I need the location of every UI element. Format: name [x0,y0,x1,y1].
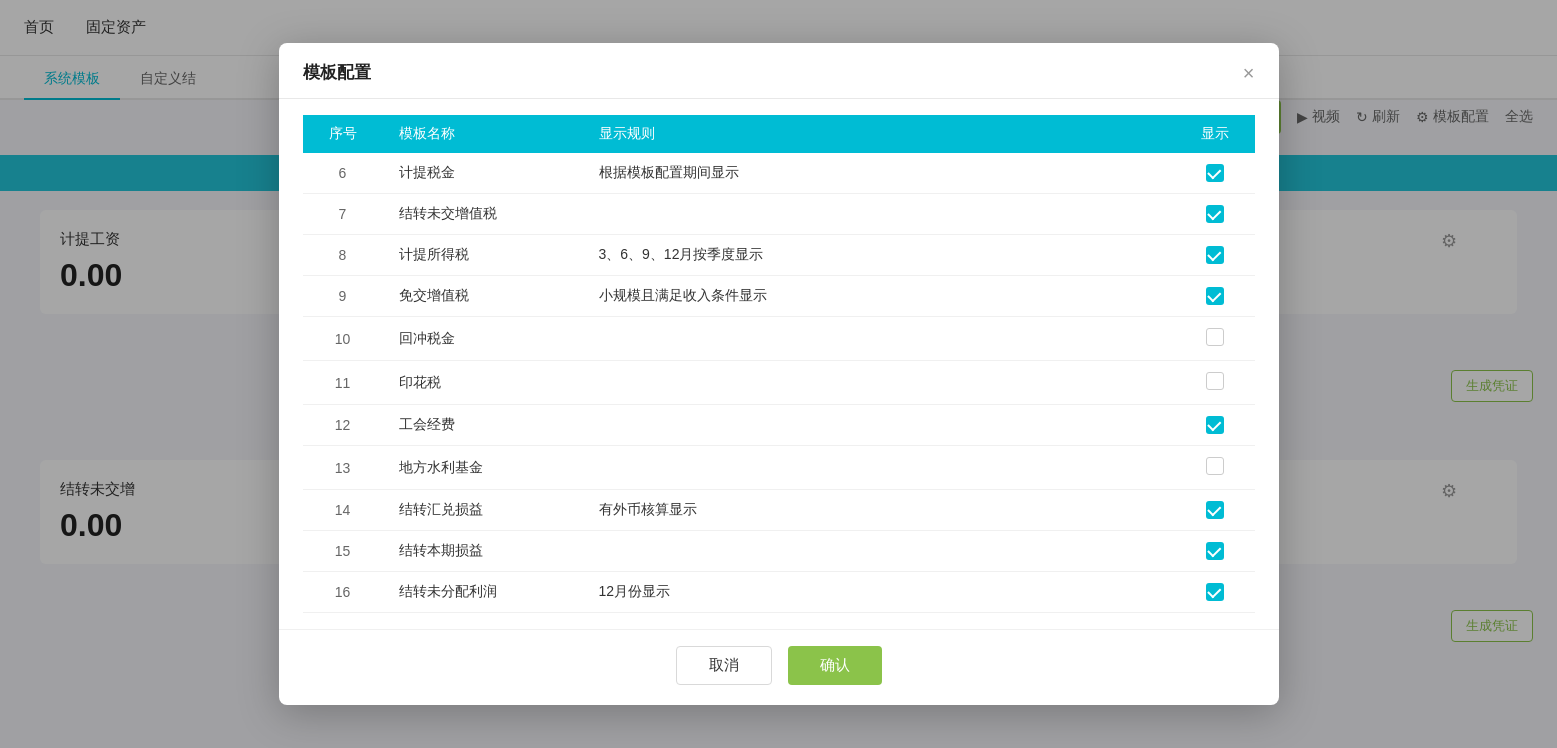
checkbox-unchecked[interactable] [1206,328,1224,346]
cell-id: 14 [303,490,383,531]
cell-id: 10 [303,317,383,361]
cancel-button[interactable]: 取消 [676,646,772,685]
cell-id: 16 [303,572,383,613]
col-header-rule: 显示规则 [583,115,1175,153]
table-row: 9免交增值税小规模且满足收入条件显示 [303,276,1255,317]
cell-name: 结转本期损益 [383,531,583,572]
cell-rule [583,194,1175,235]
cell-rule [583,361,1175,405]
cell-rule [583,317,1175,361]
cell-rule: 3、6、9、12月按季度显示 [583,235,1175,276]
checkbox-checked[interactable] [1206,542,1224,560]
cell-checkbox[interactable] [1175,531,1255,572]
modal-header: 模板配置 × [279,43,1279,99]
modal-close-button[interactable]: × [1243,63,1255,83]
cell-id: 12 [303,405,383,446]
col-header-id: 序号 [303,115,383,153]
col-header-show: 显示 [1175,115,1255,153]
modal-title: 模板配置 [303,61,371,84]
cell-name: 工会经费 [383,405,583,446]
cell-id: 13 [303,446,383,490]
modal-body: 序号 模板名称 显示规则 显示 6计提税金根据模板配置期间显示7结转未交增值税8… [279,99,1279,629]
table-row: 6计提税金根据模板配置期间显示 [303,153,1255,194]
table-row: 11印花税 [303,361,1255,405]
checkbox-checked[interactable] [1206,164,1224,182]
table-row: 14结转汇兑损益有外币核算显示 [303,490,1255,531]
checkbox-checked[interactable] [1206,205,1224,223]
table-row: 10回冲税金 [303,317,1255,361]
template-config-modal: 模板配置 × 序号 模板名称 显示规则 显示 6计提税金根据模板配置期间显示7结… [279,43,1279,705]
table-row: 8计提所得税3、6、9、12月按季度显示 [303,235,1255,276]
cell-rule: 12月份显示 [583,572,1175,613]
cell-name: 计提税金 [383,153,583,194]
cell-rule: 小规模且满足收入条件显示 [583,276,1175,317]
cell-rule [583,446,1175,490]
checkbox-unchecked[interactable] [1206,372,1224,390]
cell-checkbox[interactable] [1175,276,1255,317]
cell-name: 结转汇兑损益 [383,490,583,531]
col-header-name: 模板名称 [383,115,583,153]
cell-name: 回冲税金 [383,317,583,361]
cell-checkbox[interactable] [1175,153,1255,194]
cell-id: 9 [303,276,383,317]
confirm-button[interactable]: 确认 [788,646,882,685]
cell-name: 地方水利基金 [383,446,583,490]
table-row: 16结转未分配利润12月份显示 [303,572,1255,613]
table-header-row: 序号 模板名称 显示规则 显示 [303,115,1255,153]
checkbox-checked[interactable] [1206,246,1224,264]
cell-name: 结转未交增值税 [383,194,583,235]
cell-checkbox[interactable] [1175,317,1255,361]
checkbox-checked[interactable] [1206,501,1224,519]
cell-checkbox[interactable] [1175,446,1255,490]
cell-checkbox[interactable] [1175,194,1255,235]
cell-rule [583,405,1175,446]
cell-name: 印花税 [383,361,583,405]
table-row: 13地方水利基金 [303,446,1255,490]
cell-checkbox[interactable] [1175,490,1255,531]
cell-checkbox[interactable] [1175,361,1255,405]
checkbox-checked[interactable] [1206,287,1224,305]
checkbox-checked[interactable] [1206,583,1224,601]
cell-id: 6 [303,153,383,194]
cell-id: 7 [303,194,383,235]
modal-overlay: 模板配置 × 序号 模板名称 显示规则 显示 6计提税金根据模板配置期间显示7结… [0,0,1557,748]
cell-checkbox[interactable] [1175,405,1255,446]
config-table: 序号 模板名称 显示规则 显示 6计提税金根据模板配置期间显示7结转未交增值税8… [303,115,1255,613]
cell-checkbox[interactable] [1175,235,1255,276]
checkbox-checked[interactable] [1206,416,1224,434]
table-row: 15结转本期损益 [303,531,1255,572]
cell-id: 11 [303,361,383,405]
checkbox-unchecked[interactable] [1206,457,1224,475]
cell-name: 计提所得税 [383,235,583,276]
cell-rule: 有外币核算显示 [583,490,1175,531]
cell-id: 8 [303,235,383,276]
cell-name: 免交增值税 [383,276,583,317]
table-row: 12工会经费 [303,405,1255,446]
cell-id: 15 [303,531,383,572]
modal-footer: 取消 确认 [279,629,1279,705]
cell-name: 结转未分配利润 [383,572,583,613]
cell-rule: 根据模板配置期间显示 [583,153,1175,194]
table-row: 7结转未交增值税 [303,194,1255,235]
cell-checkbox[interactable] [1175,572,1255,613]
cell-rule [583,531,1175,572]
